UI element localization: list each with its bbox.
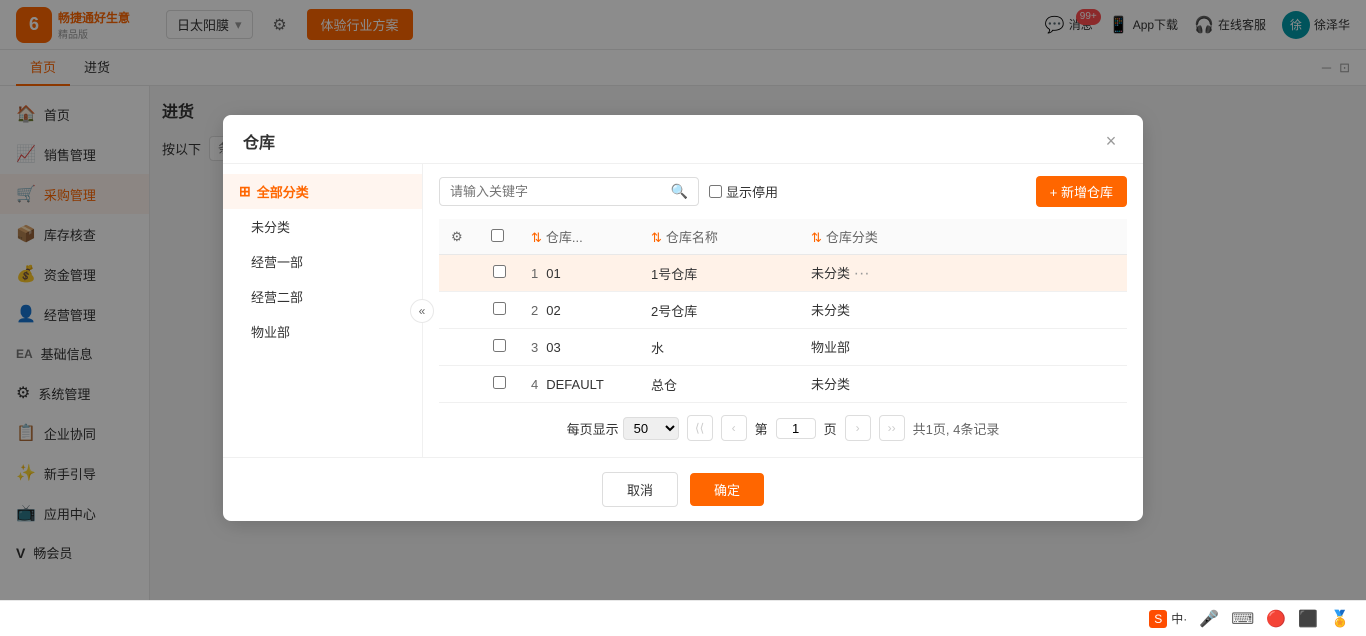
table-header: ⚙ ⇅仓库... ⇅仓库名称 bbox=[439, 219, 1127, 255]
sort-category-icon: ⇅ bbox=[811, 230, 822, 245]
per-page-control: 每页显示 10 20 50 100 bbox=[567, 417, 679, 440]
table-row[interactable]: 303 水 物业部 ··· bbox=[439, 329, 1127, 366]
row-3-checkbox[interactable] bbox=[493, 339, 506, 352]
modal-footer: 取消 确定 bbox=[223, 457, 1143, 521]
modal-overlay: 仓库 × ⊞ 全部分类 未分类 经营一部 经营二部 物业部 « bbox=[0, 0, 1366, 636]
table-row[interactable]: 4DEFAULT 总仓 未分类 ··· bbox=[439, 366, 1127, 403]
row-settings-1 bbox=[439, 255, 479, 292]
modal-main: 🔍 显示停用 + 新增仓库 bbox=[423, 164, 1143, 457]
row-check-1 bbox=[479, 255, 519, 292]
bottom-s-icon: S bbox=[1149, 610, 1167, 628]
sort-name-icon: ⇅ bbox=[651, 230, 662, 245]
total-info: 共1页, 4条记录 bbox=[913, 419, 1000, 438]
search-input[interactable] bbox=[450, 184, 671, 199]
bottom-text: 中· bbox=[1171, 610, 1187, 627]
row-1-category: 未分类 ··· bbox=[799, 255, 1127, 292]
category-all-label: 全部分类 bbox=[257, 182, 309, 201]
window-icon[interactable]: ⬛ bbox=[1298, 609, 1318, 629]
row-check-3 bbox=[479, 329, 519, 366]
page-number-input[interactable] bbox=[776, 418, 816, 439]
modal-title: 仓库 bbox=[243, 129, 275, 153]
table-row[interactable]: 202 2号仓库 未分类 ··· bbox=[439, 292, 1127, 329]
category-item-property[interactable]: 物业部 bbox=[223, 314, 422, 349]
bottom-brand: S 中· bbox=[1149, 610, 1187, 628]
pagination: 每页显示 10 20 50 100 ⟨⟨ ‹ 第 页 › ›› bbox=[439, 403, 1127, 445]
table-body: 101 1号仓库 未分类 ··· bbox=[439, 255, 1127, 403]
row-3-name: 水 bbox=[639, 329, 799, 366]
category-item-ops2[interactable]: 经营二部 bbox=[223, 279, 422, 314]
grid-icon: ⊞ bbox=[239, 183, 251, 200]
color-icon[interactable]: 🔴 bbox=[1266, 609, 1286, 629]
col-settings-header: ⚙ bbox=[439, 219, 479, 255]
row-3-category: 物业部 ··· bbox=[799, 329, 1127, 366]
per-page-label: 每页显示 bbox=[567, 419, 619, 438]
row-4-checkbox[interactable] bbox=[493, 376, 506, 389]
next-page-button[interactable]: › bbox=[845, 415, 871, 441]
first-page-button[interactable]: ⟨⟨ bbox=[687, 415, 713, 441]
show-disabled-checkbox[interactable] bbox=[709, 185, 722, 198]
search-box: 🔍 bbox=[439, 177, 699, 206]
add-warehouse-button[interactable]: + 新增仓库 bbox=[1036, 176, 1127, 207]
keyboard-icon[interactable]: ⌨ bbox=[1231, 609, 1254, 629]
confirm-button[interactable]: 确定 bbox=[690, 473, 764, 506]
prev-page-button[interactable]: ‹ bbox=[721, 415, 747, 441]
row-check-2 bbox=[479, 292, 519, 329]
modal-body: ⊞ 全部分类 未分类 经营一部 经营二部 物业部 « 🔍 bbox=[223, 164, 1143, 457]
row-settings-4 bbox=[439, 366, 479, 403]
col-check-header bbox=[479, 219, 519, 255]
category-item-uncategorized[interactable]: 未分类 bbox=[223, 209, 422, 244]
row-1-checkbox[interactable] bbox=[493, 265, 506, 278]
col-code-header: ⇅仓库... bbox=[519, 219, 639, 255]
select-all-checkbox[interactable] bbox=[491, 229, 504, 242]
add-warehouse-label: + 新增仓库 bbox=[1050, 182, 1113, 201]
row-settings-2 bbox=[439, 292, 479, 329]
modal-toolbar: 🔍 显示停用 + 新增仓库 bbox=[439, 176, 1127, 207]
per-page-select[interactable]: 10 20 50 100 bbox=[623, 417, 679, 440]
row-2-name: 2号仓库 bbox=[639, 292, 799, 329]
category-all[interactable]: ⊞ 全部分类 bbox=[223, 174, 422, 209]
row-settings-3 bbox=[439, 329, 479, 366]
category-item-ops1[interactable]: 经营一部 bbox=[223, 244, 422, 279]
last-page-button[interactable]: ›› bbox=[879, 415, 905, 441]
row-4-name: 总仓 bbox=[639, 366, 799, 403]
mic-icon[interactable]: 🎤 bbox=[1199, 609, 1219, 629]
sort-icon: ⇅ bbox=[531, 230, 542, 245]
row-4-category: 未分类 ··· bbox=[799, 366, 1127, 403]
category-sidebar: ⊞ 全部分类 未分类 经营一部 经营二部 物业部 « bbox=[223, 164, 423, 457]
collapse-sidebar-button[interactable]: « bbox=[410, 299, 434, 323]
bottom-bar: S 中· 🎤 ⌨ 🔴 ⬛ 🏅 bbox=[0, 600, 1366, 636]
row-4-num: 4DEFAULT bbox=[519, 366, 639, 403]
page-suffix: 页 bbox=[824, 419, 837, 438]
page-label: 第 bbox=[755, 419, 768, 438]
row-3-num: 303 bbox=[519, 329, 639, 366]
table-container: ⚙ ⇅仓库... ⇅仓库名称 bbox=[439, 219, 1127, 403]
row-1-num: 101 bbox=[519, 255, 639, 292]
show-disabled-text: 显示停用 bbox=[726, 182, 778, 201]
row-1-more-icon[interactable]: ··· bbox=[854, 265, 870, 282]
modal-close-button[interactable]: × bbox=[1099, 129, 1123, 153]
modal-header: 仓库 × bbox=[223, 115, 1143, 164]
search-icon: 🔍 bbox=[671, 183, 688, 200]
row-2-checkbox[interactable] bbox=[493, 302, 506, 315]
row-check-4 bbox=[479, 366, 519, 403]
warehouse-modal: 仓库 × ⊞ 全部分类 未分类 经营一部 经营二部 物业部 « bbox=[223, 115, 1143, 521]
col-category-header: ⇅仓库分类 bbox=[799, 219, 1127, 255]
settings-col-icon[interactable]: ⚙ bbox=[451, 229, 463, 244]
table-row[interactable]: 101 1号仓库 未分类 ··· bbox=[439, 255, 1127, 292]
cancel-button[interactable]: 取消 bbox=[602, 472, 678, 507]
row-2-category: 未分类 ··· bbox=[799, 292, 1127, 329]
trophy-icon[interactable]: 🏅 bbox=[1330, 609, 1350, 629]
show-disabled-label: 显示停用 bbox=[709, 182, 778, 201]
warehouse-table: ⚙ ⇅仓库... ⇅仓库名称 bbox=[439, 219, 1127, 403]
row-2-num: 202 bbox=[519, 292, 639, 329]
row-1-name: 1号仓库 bbox=[639, 255, 799, 292]
col-name-header: ⇅仓库名称 bbox=[639, 219, 799, 255]
